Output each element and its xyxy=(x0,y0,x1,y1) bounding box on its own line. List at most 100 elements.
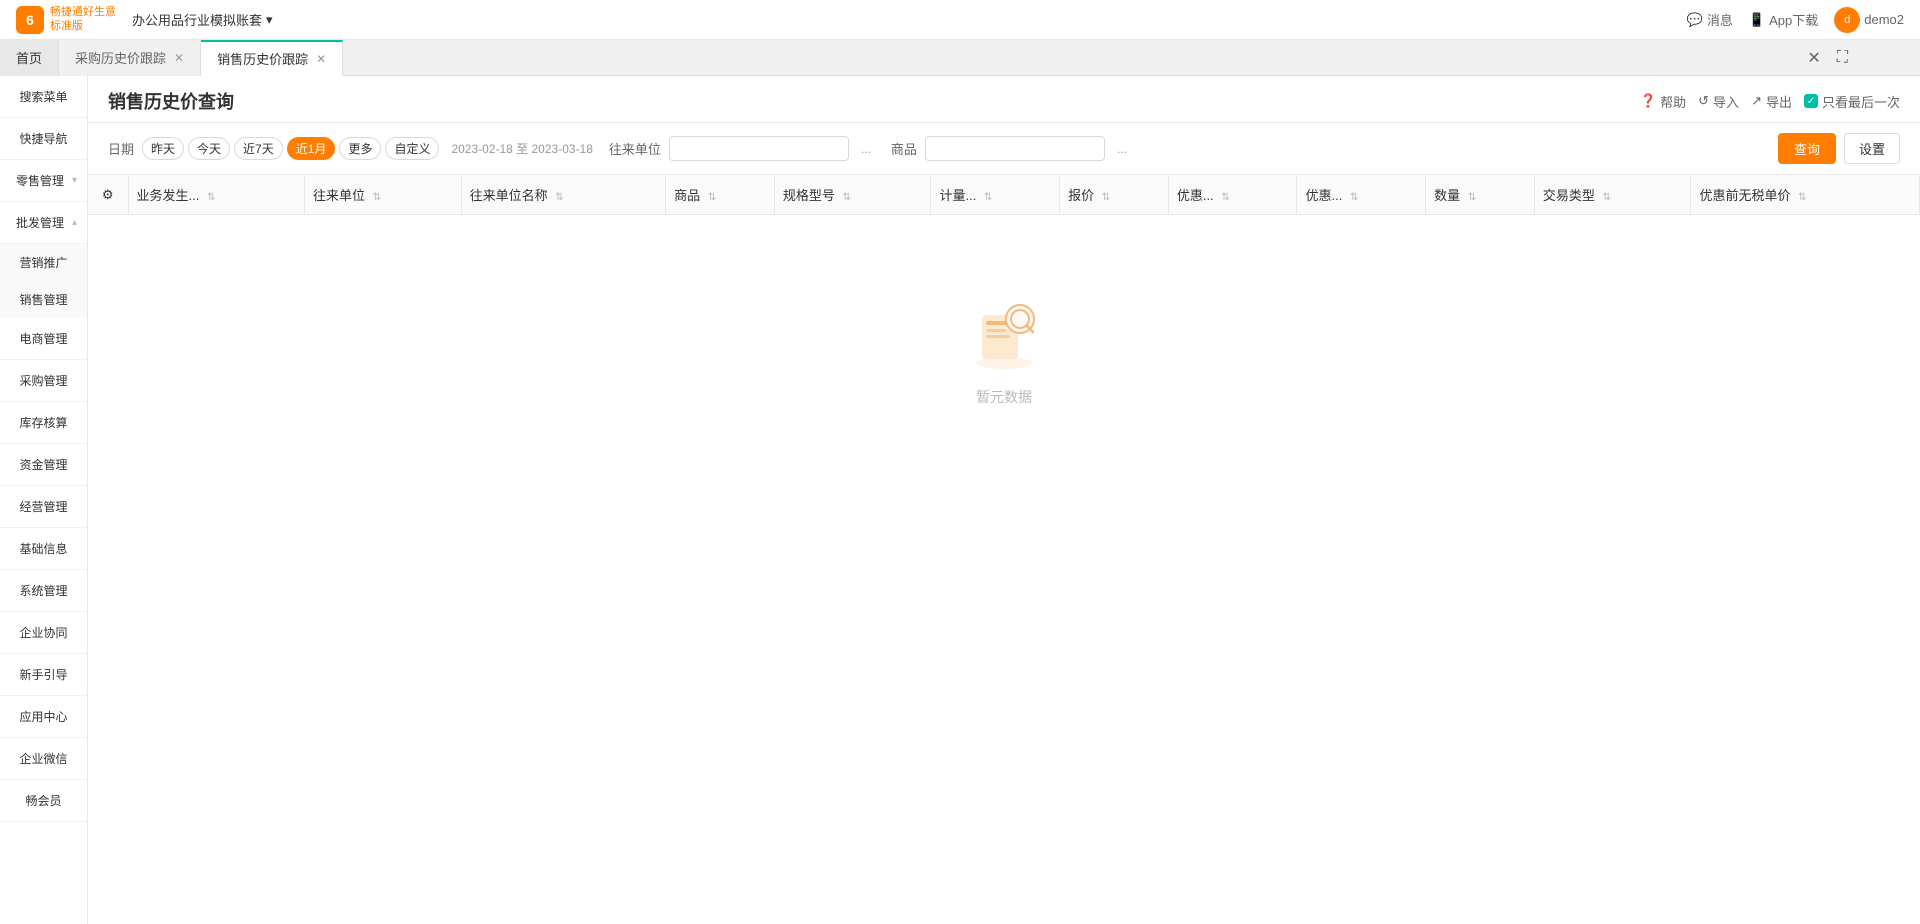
query-button[interactable]: 查询 xyxy=(1778,133,1836,164)
th-unit[interactable]: 计量... ⇅ xyxy=(931,175,1060,215)
export-button[interactable]: ↗ 导出 xyxy=(1751,92,1792,111)
date-btn-7days[interactable]: 近7天 xyxy=(234,137,283,160)
sidebar-item-basic-info[interactable]: 基础信息 xyxy=(0,528,87,570)
message-icon: 💬 xyxy=(1687,12,1703,28)
sidebar-item-system[interactable]: 系统管理 xyxy=(0,570,87,612)
data-table: ⚙ 业务发生... ⇅ 往来单位 ⇅ 往来单位名称 ⇅ 商品 ⇅ 规格型号 ⇅ … xyxy=(88,175,1920,215)
export-icon: ↗ xyxy=(1751,93,1762,109)
tabbar: 首页 采购历史价跟踪 ✕ 销售历史价跟踪 ✕ ✕ ⛶ xyxy=(0,40,1920,76)
tab-purchase-history-label: 采购历史价跟踪 xyxy=(75,48,166,67)
th-spec[interactable]: 规格型号 ⇅ xyxy=(774,175,931,215)
tab-close-all-button[interactable]: ✕ xyxy=(1803,44,1824,72)
avatar: d xyxy=(1834,7,1860,33)
sidebar-item-wholesale-mgmt[interactable]: 批发管理 ▴ xyxy=(0,202,87,244)
member-label: 畅会员 xyxy=(25,792,61,809)
th-qty[interactable]: 数量 ⇅ xyxy=(1426,175,1535,215)
sidebar-item-inventory[interactable]: 库存核算 xyxy=(0,402,87,444)
sidebar-item-retail-mgmt[interactable]: 零售管理 ▾ xyxy=(0,160,87,202)
tab-purchase-history[interactable]: 采购历史价跟踪 ✕ xyxy=(59,40,201,76)
quick-nav-label: 快捷导航 xyxy=(19,130,67,147)
th-discount2[interactable]: 优惠... ⇅ xyxy=(1297,175,1426,215)
topbar-left: 6 畅捷通好生意 标准版 办公用品行业模拟账套 ▾ xyxy=(16,6,281,34)
tab-home[interactable]: 首页 xyxy=(0,40,59,76)
empty-illustration xyxy=(964,295,1044,375)
sidebar-item-marketing[interactable]: 营销推广 xyxy=(0,244,87,281)
sidebar-item-enterprise-wx[interactable]: 企业微信 xyxy=(0,738,87,780)
tab-purchase-close-icon[interactable]: ✕ xyxy=(174,51,184,65)
user-profile[interactable]: d demo2 xyxy=(1834,7,1904,33)
partner-filter-group: 往来单位 ... xyxy=(609,136,875,161)
date-filter-label: 日期 xyxy=(108,139,134,158)
search-menu-label: 搜索菜单 xyxy=(19,88,67,105)
sidebar-item-finance[interactable]: 资金管理 xyxy=(0,444,87,486)
date-options: 昨天 今天 近7天 近1月 更多 自定义 xyxy=(142,137,439,160)
enterprise-wx-label: 企业微信 xyxy=(19,750,67,767)
logo-text: 畅捷通好生意 标准版 xyxy=(50,6,116,32)
empty-text: 暂元数据 xyxy=(976,387,1032,407)
th-discount1[interactable]: 优惠... ⇅ xyxy=(1168,175,1297,215)
date-btn-custom[interactable]: 自定义 xyxy=(385,137,439,160)
partner-filter-label: 往来单位 xyxy=(609,139,661,158)
th-partner-code[interactable]: 往来单位 ⇅ xyxy=(305,175,462,215)
app-name-label: 办公用品行业模拟账套 xyxy=(132,10,262,29)
basic-info-label: 基础信息 xyxy=(19,540,67,557)
page-area: 销售历史价查询 ❓ 帮助 ↺ 导入 ↗ 导出 ✓ 只看最后一次 xyxy=(88,76,1920,924)
logo-icon: 6 xyxy=(16,6,44,34)
th-trade-type[interactable]: 交易类型 ⇅ xyxy=(1534,175,1691,215)
tabbar-actions: ✕ ⛶ xyxy=(1803,44,1860,72)
table-container: ⚙ 业务发生... ⇅ 往来单位 ⇅ 往来单位名称 ⇅ 商品 ⇅ 规格型号 ⇅ … xyxy=(88,175,1920,924)
partner-input[interactable] xyxy=(669,136,849,161)
goods-input[interactable] xyxy=(925,136,1105,161)
marketing-label: 营销推广 xyxy=(19,254,67,271)
sidebar-item-purchase-mgmt[interactable]: 采购管理 xyxy=(0,360,87,402)
sidebar-item-sales-mgmt[interactable]: 销售管理 xyxy=(0,281,87,318)
logo-area: 6 畅捷通好生意 标准版 xyxy=(16,6,116,34)
app-selector[interactable]: 办公用品行业模拟账套 ▾ xyxy=(124,6,281,33)
help-button[interactable]: ❓ 帮助 xyxy=(1640,92,1686,111)
sidebar-item-operations[interactable]: 经营管理 xyxy=(0,486,87,528)
sidebar-item-ecommerce[interactable]: 电商管理 xyxy=(0,318,87,360)
date-btn-1month[interactable]: 近1月 xyxy=(287,137,336,160)
page-header-actions: ❓ 帮助 ↺ 导入 ↗ 导出 ✓ 只看最后一次 xyxy=(1640,92,1900,111)
message-button[interactable]: 💬 消息 xyxy=(1687,10,1733,29)
chevron-down-icon: ▾ xyxy=(266,12,273,28)
date-btn-more[interactable]: 更多 xyxy=(339,137,381,160)
checkbox-icon: ✓ xyxy=(1804,94,1818,108)
table-header: ⚙ 业务发生... ⇅ 往来单位 ⇅ 往来单位名称 ⇅ 商品 ⇅ 规格型号 ⇅ … xyxy=(88,175,1920,215)
sidebar-item-quick-nav[interactable]: 快捷导航 xyxy=(0,118,87,160)
only-last-checkbox[interactable]: ✓ 只看最后一次 xyxy=(1804,92,1900,111)
partner-dots[interactable]: ... xyxy=(857,142,875,156)
inventory-label: 库存核算 xyxy=(19,414,67,431)
sidebar-item-app-center[interactable]: 应用中心 xyxy=(0,696,87,738)
settings-button[interactable]: 设置 xyxy=(1844,133,1900,164)
th-quote[interactable]: 报价 ⇅ xyxy=(1060,175,1169,215)
topbar: 6 畅捷通好生意 标准版 办公用品行业模拟账套 ▾ 💬 消息 📱 App下载 d… xyxy=(0,0,1920,40)
page-header: 销售历史价查询 ❓ 帮助 ↺ 导入 ↗ 导出 ✓ 只看最后一次 xyxy=(88,76,1920,123)
th-biz-date[interactable]: 业务发生... ⇅ xyxy=(128,175,305,215)
import-button[interactable]: ↺ 导入 xyxy=(1698,92,1739,111)
date-filter-group: 日期 昨天 今天 近7天 近1月 更多 自定义 2023-02-18 至 202… xyxy=(108,137,593,160)
date-btn-yesterday[interactable]: 昨天 xyxy=(142,137,184,160)
tab-sales-close-icon[interactable]: ✕ xyxy=(316,52,326,66)
tab-sales-history[interactable]: 销售历史价跟踪 ✕ xyxy=(201,40,343,76)
app-download-button[interactable]: 📱 App下载 xyxy=(1749,10,1818,29)
empty-state: 暂元数据 xyxy=(88,215,1920,487)
wholesale-mgmt-label: 批发管理 xyxy=(10,214,70,231)
sidebar: 搜索菜单 快捷导航 零售管理 ▾ 批发管理 ▴ 营销推广 销售管理 电商管理 采… xyxy=(0,76,88,924)
chevron-up-icon: ▴ xyxy=(72,217,77,228)
sidebar-item-enterprise[interactable]: 企业协同 xyxy=(0,612,87,654)
goods-dots[interactable]: ... xyxy=(1113,142,1131,156)
page-title: 销售历史价查询 xyxy=(108,88,234,114)
tab-home-label: 首页 xyxy=(16,48,42,67)
sidebar-item-search-menu[interactable]: 搜索菜单 xyxy=(0,76,87,118)
sidebar-item-member[interactable]: 畅会员 xyxy=(0,780,87,822)
guide-label: 新手引导 xyxy=(19,666,67,683)
download-icon: 📱 xyxy=(1749,12,1765,28)
th-gear[interactable]: ⚙ xyxy=(88,175,128,215)
th-partner-name[interactable]: 往来单位名称 ⇅ xyxy=(461,175,666,215)
tab-maximize-button[interactable]: ⛶ xyxy=(1833,45,1852,71)
date-btn-today[interactable]: 今天 xyxy=(188,137,230,160)
th-notax-price[interactable]: 优惠前无税单价 ⇅ xyxy=(1691,175,1920,215)
th-goods[interactable]: 商品 ⇅ xyxy=(666,175,775,215)
sidebar-item-guide[interactable]: 新手引导 xyxy=(0,654,87,696)
